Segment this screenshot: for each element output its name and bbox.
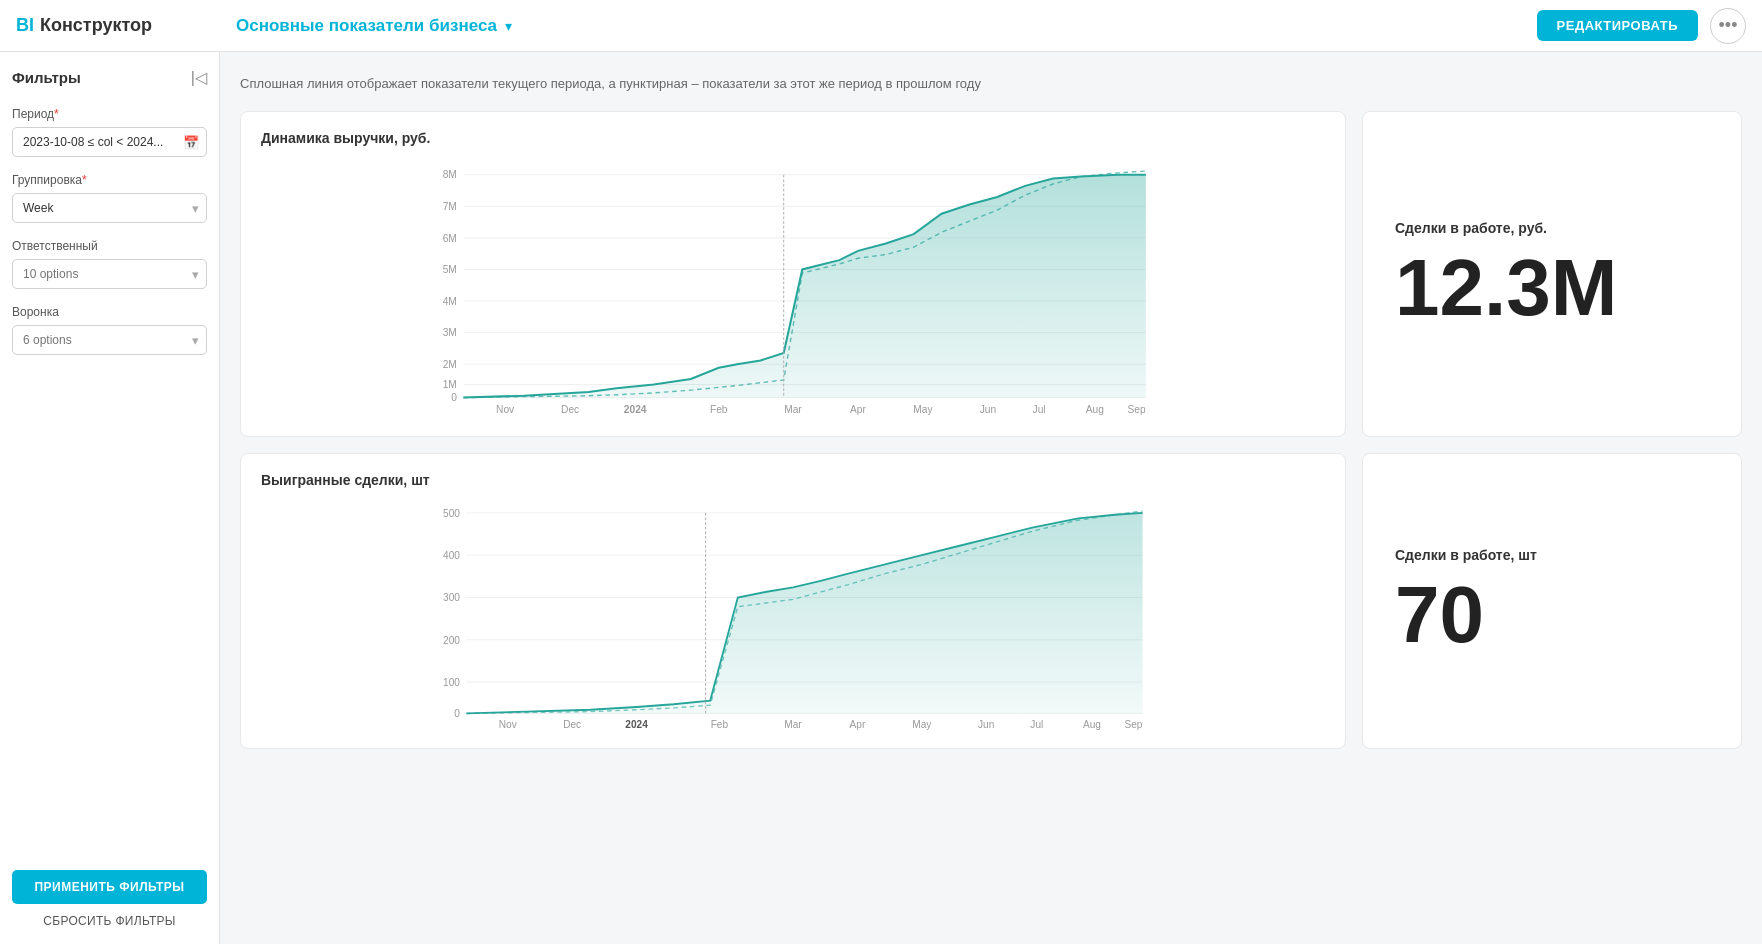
main-content: Сплошная линия отображает показатели тек… — [220, 52, 1762, 944]
svg-text:0: 0 — [451, 392, 457, 403]
svg-text:Jul: Jul — [1033, 404, 1046, 415]
edit-button[interactable]: РЕДАКТИРОВАТЬ — [1537, 10, 1698, 41]
funnel-input-wrap: ▾ — [12, 325, 207, 355]
svg-text:Aug: Aug — [1086, 404, 1104, 415]
deals-chart-svg-wrap: 500 400 300 200 100 0 — [261, 500, 1325, 734]
sidebar-header: Фильтры |◁ — [12, 68, 207, 87]
stat-card-2: Сделки в работе, шт 70 — [1362, 453, 1742, 749]
stat2-title: Сделки в работе, шт — [1395, 547, 1537, 563]
filter-responsible: Ответственный ▾ — [12, 239, 207, 289]
svg-text:7M: 7M — [443, 201, 457, 212]
filter-grouping: Группировка* Week ▾ — [12, 173, 207, 223]
svg-text:Apr: Apr — [850, 404, 866, 415]
stat1-title: Сделки в работе, руб. — [1395, 220, 1547, 236]
svg-text:Sep: Sep — [1127, 404, 1145, 415]
deals-chart-title: Выигранные сделки, шт — [261, 472, 1325, 488]
grouping-select[interactable]: Week — [12, 193, 207, 223]
subtitle: Сплошная линия отображает показатели тек… — [240, 68, 1742, 95]
charts-row-2: Выигранные сделки, шт 500 400 300 200 10… — [240, 453, 1742, 749]
period-label: Период* — [12, 107, 207, 121]
svg-text:Jul: Jul — [1030, 719, 1043, 730]
charts-row-1: Динамика выручки, руб. 8M 7M 6M 5M 4M 3M… — [240, 111, 1742, 437]
grouping-label: Группировка* — [12, 173, 207, 187]
more-icon: ••• — [1719, 15, 1738, 36]
logo-text: Конструктор — [40, 15, 152, 36]
logo-bi: BI — [16, 15, 34, 36]
logo: BI Конструктор — [16, 15, 236, 36]
chevron-down-icon[interactable]: ▾ — [505, 18, 512, 34]
svg-text:Sep: Sep — [1124, 719, 1142, 730]
svg-text:6M: 6M — [443, 233, 457, 244]
svg-text:Dec: Dec — [563, 719, 581, 730]
svg-text:Jun: Jun — [980, 404, 997, 415]
svg-text:Mar: Mar — [784, 719, 802, 730]
svg-text:Nov: Nov — [496, 404, 515, 415]
stat2-value: 70 — [1395, 575, 1484, 655]
responsible-label: Ответственный — [12, 239, 207, 253]
svg-text:0: 0 — [454, 708, 460, 719]
page-title-area: Основные показатели бизнеса ▾ — [236, 16, 1537, 36]
funnel-input[interactable] — [12, 325, 207, 355]
svg-text:Feb: Feb — [711, 719, 729, 730]
more-button[interactable]: ••• — [1710, 8, 1746, 44]
grouping-input-wrap: Week ▾ — [12, 193, 207, 223]
svg-text:5M: 5M — [443, 264, 457, 275]
sidebar: Фильтры |◁ Период* 📅 Группировка* Week ▾ — [0, 52, 220, 944]
svg-text:Dec: Dec — [561, 404, 579, 415]
revenue-chart-title: Динамика выручки, руб. — [261, 130, 1325, 146]
deals-chart-card: Выигранные сделки, шт 500 400 300 200 10… — [240, 453, 1346, 749]
sidebar-title: Фильтры — [12, 69, 81, 86]
svg-text:Apr: Apr — [850, 719, 866, 730]
stat-card-1: Сделки в работе, руб. 12.3M — [1362, 111, 1742, 437]
layout: Фильтры |◁ Период* 📅 Группировка* Week ▾ — [0, 52, 1762, 944]
svg-text:400: 400 — [443, 550, 460, 561]
svg-text:Aug: Aug — [1083, 719, 1101, 730]
apply-filters-button[interactable]: ПРИМЕНИТЬ ФИЛЬТРЫ — [12, 870, 207, 904]
deals-area-fill — [466, 513, 1142, 714]
revenue-chart-svg: 8M 7M 6M 5M 4M 3M 2M 1M 0 — [261, 158, 1325, 418]
svg-text:100: 100 — [443, 677, 460, 688]
responsible-input[interactable] — [12, 259, 207, 289]
header-actions: РЕДАКТИРОВАТЬ ••• — [1537, 8, 1746, 44]
period-input-wrap: 📅 — [12, 127, 207, 157]
svg-text:300: 300 — [443, 592, 460, 603]
svg-text:Nov: Nov — [499, 719, 518, 730]
svg-text:500: 500 — [443, 508, 460, 519]
svg-text:4M: 4M — [443, 296, 457, 307]
revenue-chart-svg-wrap: 8M 7M 6M 5M 4M 3M 2M 1M 0 — [261, 158, 1325, 422]
svg-text:Mar: Mar — [784, 404, 802, 415]
svg-text:200: 200 — [443, 635, 460, 646]
revenue-chart-card: Динамика выручки, руб. 8M 7M 6M 5M 4M 3M… — [240, 111, 1346, 437]
svg-text:1M: 1M — [443, 379, 457, 390]
svg-text:2024: 2024 — [624, 404, 647, 415]
reset-filters-button[interactable]: СБРОСИТЬ ФИЛЬТРЫ — [12, 914, 207, 928]
svg-text:2M: 2M — [443, 359, 457, 370]
funnel-label: Воронка — [12, 305, 207, 319]
filter-period: Период* 📅 — [12, 107, 207, 157]
svg-text:2024: 2024 — [625, 719, 648, 730]
svg-text:Feb: Feb — [710, 404, 728, 415]
svg-text:Jun: Jun — [978, 719, 994, 730]
collapse-icon[interactable]: |◁ — [191, 68, 207, 87]
page-title[interactable]: Основные показатели бизнеса — [236, 16, 497, 36]
responsible-input-wrap: ▾ — [12, 259, 207, 289]
svg-text:3M: 3M — [443, 327, 457, 338]
header: BI Конструктор Основные показатели бизне… — [0, 0, 1762, 52]
stat1-value: 12.3M — [1395, 248, 1617, 328]
deals-chart-svg: 500 400 300 200 100 0 — [261, 500, 1325, 730]
filter-funnel: Воронка ▾ — [12, 305, 207, 355]
svg-text:May: May — [912, 719, 932, 730]
sidebar-footer: ПРИМЕНИТЬ ФИЛЬТРЫ СБРОСИТЬ ФИЛЬТРЫ — [12, 870, 207, 928]
svg-text:May: May — [913, 404, 933, 415]
period-input[interactable] — [12, 127, 207, 157]
svg-text:8M: 8M — [443, 169, 457, 180]
